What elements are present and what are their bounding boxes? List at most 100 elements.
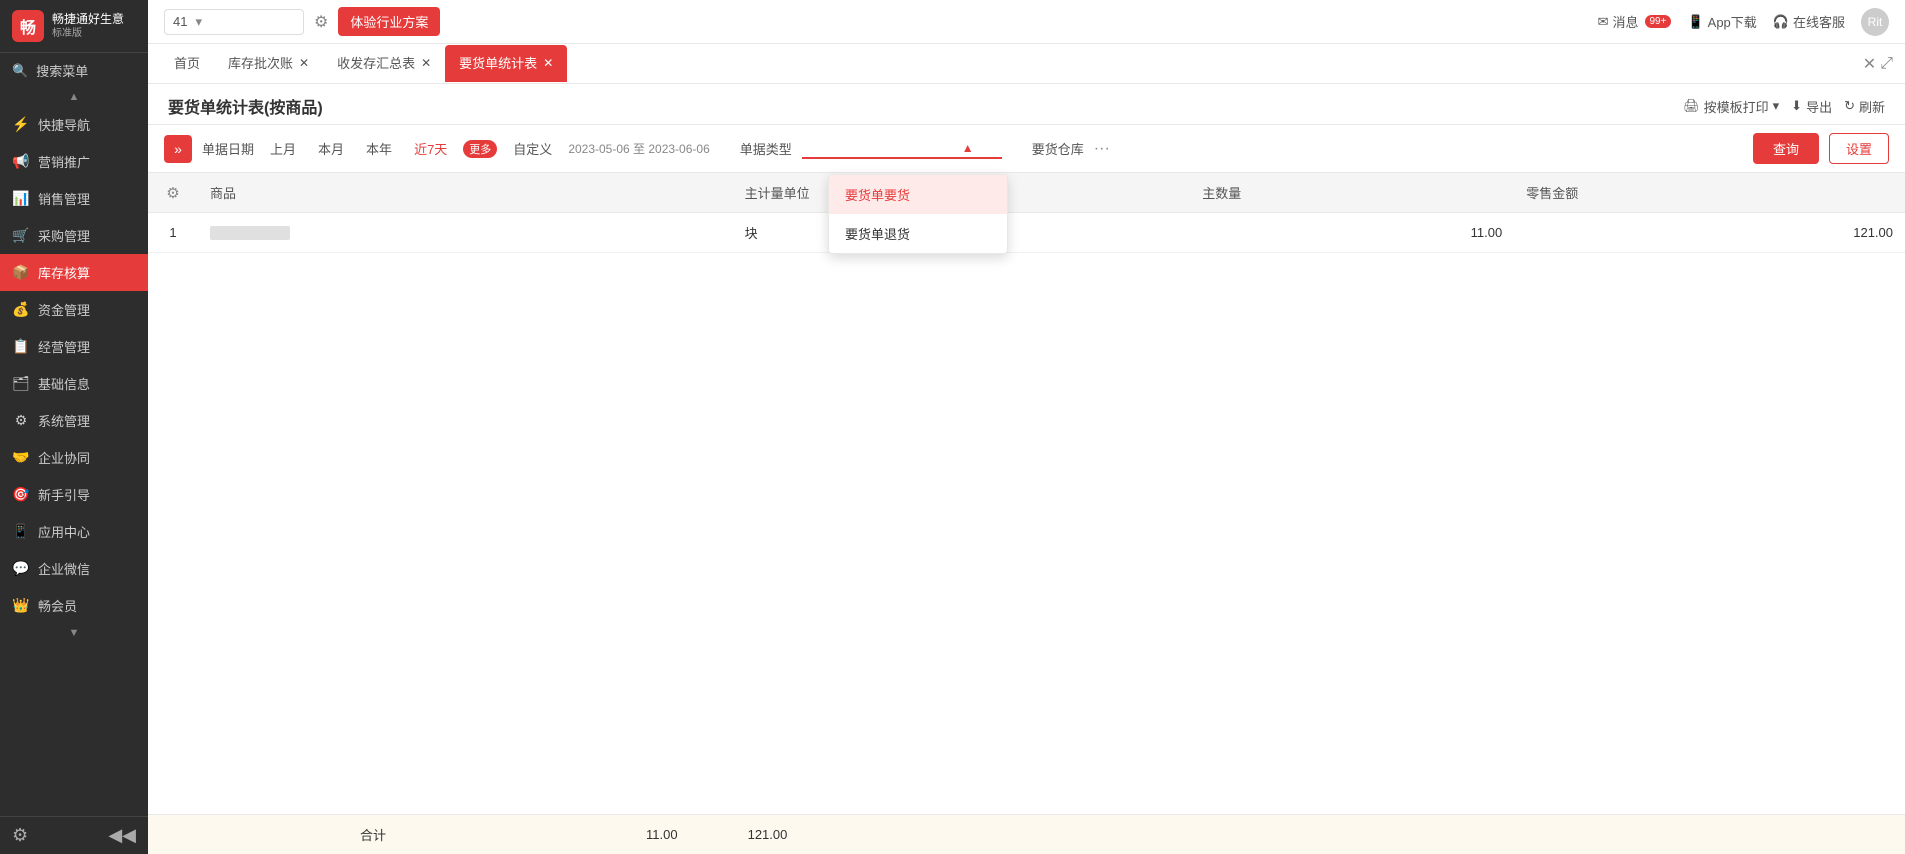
export-action[interactable]: ⬇ 导出	[1791, 97, 1832, 116]
sidebar-item-guide[interactable]: 🎯 新手引导	[0, 476, 148, 513]
purchase-icon: 🛒	[12, 227, 30, 244]
quick-nav-icon: ⚡	[12, 116, 30, 133]
collapse-icon[interactable]: ◀◀	[108, 825, 136, 846]
row-amount: 121.00	[1514, 213, 1905, 253]
operations-icon: 📋	[12, 338, 30, 355]
sidebar-item-quick-nav[interactable]: ⚡ 快捷导航	[0, 106, 148, 143]
user-avatar[interactable]: Rit	[1861, 8, 1889, 36]
tab-close-batch[interactable]: ✕	[299, 56, 309, 70]
sidebar-item-basic-info[interactable]: 🗂 基础信息	[0, 365, 148, 402]
sidebar-scroll-up[interactable]: ▲	[0, 88, 148, 106]
sidebar-item-operations[interactable]: 📋 经营管理	[0, 328, 148, 365]
sidebar-item-enterprise[interactable]: 🤝 企业协同	[0, 439, 148, 476]
sidebar-item-wechat[interactable]: 💬 企业微信	[0, 550, 148, 587]
brand-text: 畅捷通好生意 标准版	[52, 12, 124, 41]
table-header-row: ⚙ 商品 主计量单位 主数量 零售金额	[148, 173, 1905, 213]
tab-receive-summary[interactable]: 收发存汇总表 ✕	[323, 45, 445, 82]
warehouse-label: 要货仓库	[1032, 139, 1084, 158]
col-qty: 主数量	[1190, 173, 1514, 213]
vip-icon: 👑	[12, 597, 30, 614]
tab-home[interactable]: 首页	[160, 45, 214, 82]
settings-icon[interactable]: ⚙	[12, 825, 28, 846]
refresh-action[interactable]: ↻ 刷新	[1844, 97, 1885, 116]
sidebar-item-system[interactable]: ⚙ 系统管理	[0, 402, 148, 439]
message-badge: 99+	[1645, 15, 1672, 28]
tab-bar: 首页 库存批次账 ✕ 收发存汇总表 ✕ 要货单统计表 ✕ ✕ ⤢	[148, 44, 1905, 84]
date-this-month[interactable]: 本月	[312, 136, 350, 161]
date-this-year[interactable]: 本年	[360, 136, 398, 161]
date-label: 单据日期	[202, 139, 254, 158]
gear-icon[interactable]: ⚙	[166, 185, 179, 202]
sidebar-item-vip[interactable]: 👑 畅会员	[0, 587, 148, 624]
warehouse-dots[interactable]: ···	[1094, 140, 1110, 158]
header-left: 41 ▾ ⚙ 体验行业方案	[164, 7, 1598, 36]
date-range-display: 2023-05-06 至 2023-06-06	[568, 140, 709, 157]
inventory-icon: 📦	[12, 264, 30, 281]
row-product	[198, 213, 733, 253]
print-action[interactable]: 🖨 按模板打印 ▾	[1683, 97, 1779, 116]
online-service-action[interactable]: 🎧 在线客服	[1773, 12, 1845, 31]
settings-button[interactable]: 设置	[1829, 133, 1889, 164]
date-more-button[interactable]: 更多	[463, 140, 497, 158]
sidebar-logo: 畅 畅捷通好生意 标准版	[0, 0, 148, 53]
app-download-action[interactable]: 📱 App下载	[1687, 12, 1756, 31]
marketing-icon: 📢	[12, 153, 30, 170]
page-content: 要货单统计表(按商品) 🖨 按模板打印 ▾ ⬇ 导出 ↻ 刷新	[148, 84, 1905, 854]
type-label: 单据类型	[740, 139, 792, 158]
brand-icon: 畅	[12, 10, 44, 42]
date-last-7-days[interactable]: 近7天	[408, 136, 453, 161]
date-custom[interactable]: 自定义	[507, 136, 558, 161]
main-content: 41 ▾ ⚙ 体验行业方案 ✉ 消息 99+ 📱 App下载 🎧 在线客服 Ri…	[148, 0, 1905, 854]
tab-batch-account[interactable]: 库存批次账 ✕	[214, 45, 323, 82]
industry-button[interactable]: 体验行业方案	[338, 7, 440, 36]
print-icon: 🖨	[1683, 98, 1700, 114]
message-action[interactable]: ✉ 消息 99+	[1598, 12, 1672, 31]
store-selector[interactable]: 41 ▾	[164, 9, 304, 35]
sidebar-item-sales[interactable]: 📊 销售管理	[0, 180, 148, 217]
print-chevron-icon: ▾	[1773, 98, 1780, 114]
service-icon: 🎧	[1773, 14, 1789, 30]
expand-tabs[interactable]: ⤢	[1880, 55, 1893, 73]
filter-expand-button[interactable]: »	[164, 135, 192, 163]
system-icon: ⚙	[12, 412, 30, 429]
close-all-tabs[interactable]: ✕	[1863, 54, 1876, 74]
sidebar-item-finance[interactable]: 💰 资金管理	[0, 291, 148, 328]
tab-close-receive[interactable]: ✕	[421, 56, 431, 70]
dropdown-item-order-return[interactable]: 要货单退货	[829, 214, 1007, 253]
enterprise-icon: 🤝	[12, 449, 30, 466]
finance-icon: 💰	[12, 301, 30, 318]
page-title: 要货单统计表(按商品)	[168, 94, 323, 118]
date-last-month[interactable]: 上月	[264, 136, 302, 161]
sidebar-item-inventory[interactable]: 📦 库存核算	[0, 254, 148, 291]
product-placeholder	[210, 226, 290, 240]
table-wrapper: ⚙ 商品 主计量单位 主数量 零售金额 1 块	[148, 173, 1905, 814]
sidebar-collapse[interactable]: ⚙ ◀◀	[0, 816, 148, 854]
sidebar-item-marketing[interactable]: 📢 营销推广	[0, 143, 148, 180]
type-select[interactable]: ▲	[802, 138, 1002, 159]
export-icon: ⬇	[1791, 98, 1802, 114]
refresh-icon: ↻	[1844, 98, 1855, 114]
query-button[interactable]: 查询	[1753, 133, 1819, 164]
header-right: ✉ 消息 99+ 📱 App下载 🎧 在线客服 Rit	[1598, 8, 1889, 36]
col-product: 商品	[198, 173, 733, 213]
sidebar-item-app-center[interactable]: 📱 应用中心	[0, 513, 148, 550]
sidebar-item-purchase[interactable]: 🛒 采购管理	[0, 217, 148, 254]
tab-order-summary[interactable]: 要货单统计表 ✕	[445, 45, 567, 82]
type-dropdown: 要货单要货 要货单退货	[828, 174, 1008, 254]
sidebar-scroll-down[interactable]: ▼	[0, 624, 148, 642]
sidebar-search[interactable]: 🔍 搜索菜单	[0, 53, 148, 88]
page-header: 要货单统计表(按商品) 🖨 按模板打印 ▾ ⬇ 导出 ↻ 刷新	[148, 84, 1905, 125]
page-actions: 🖨 按模板打印 ▾ ⬇ 导出 ↻ 刷新	[1683, 97, 1885, 116]
tab-close-order[interactable]: ✕	[543, 56, 553, 70]
type-input[interactable]	[802, 140, 962, 155]
sidebar: 畅 畅捷通好生意 标准版 🔍 搜索菜单 ▲ ⚡ 快捷导航 📢 营销推广 📊 销售…	[0, 0, 148, 854]
search-icon: 🔍	[12, 63, 28, 79]
col-gear: ⚙	[148, 173, 198, 213]
header-settings-icon[interactable]: ⚙	[314, 12, 328, 32]
row-index: 1	[148, 213, 198, 253]
app-center-icon: 📱	[12, 523, 30, 540]
col-amount: 零售金额	[1514, 173, 1905, 213]
table-footer: 合计 11.00 121.00	[148, 814, 1905, 854]
dropdown-item-order-goods[interactable]: 要货单要货	[829, 175, 1007, 214]
filter-area: » 单据日期 上月 本月 本年 近7天 更多 自定义 2023-05-06 至 …	[148, 125, 1905, 173]
